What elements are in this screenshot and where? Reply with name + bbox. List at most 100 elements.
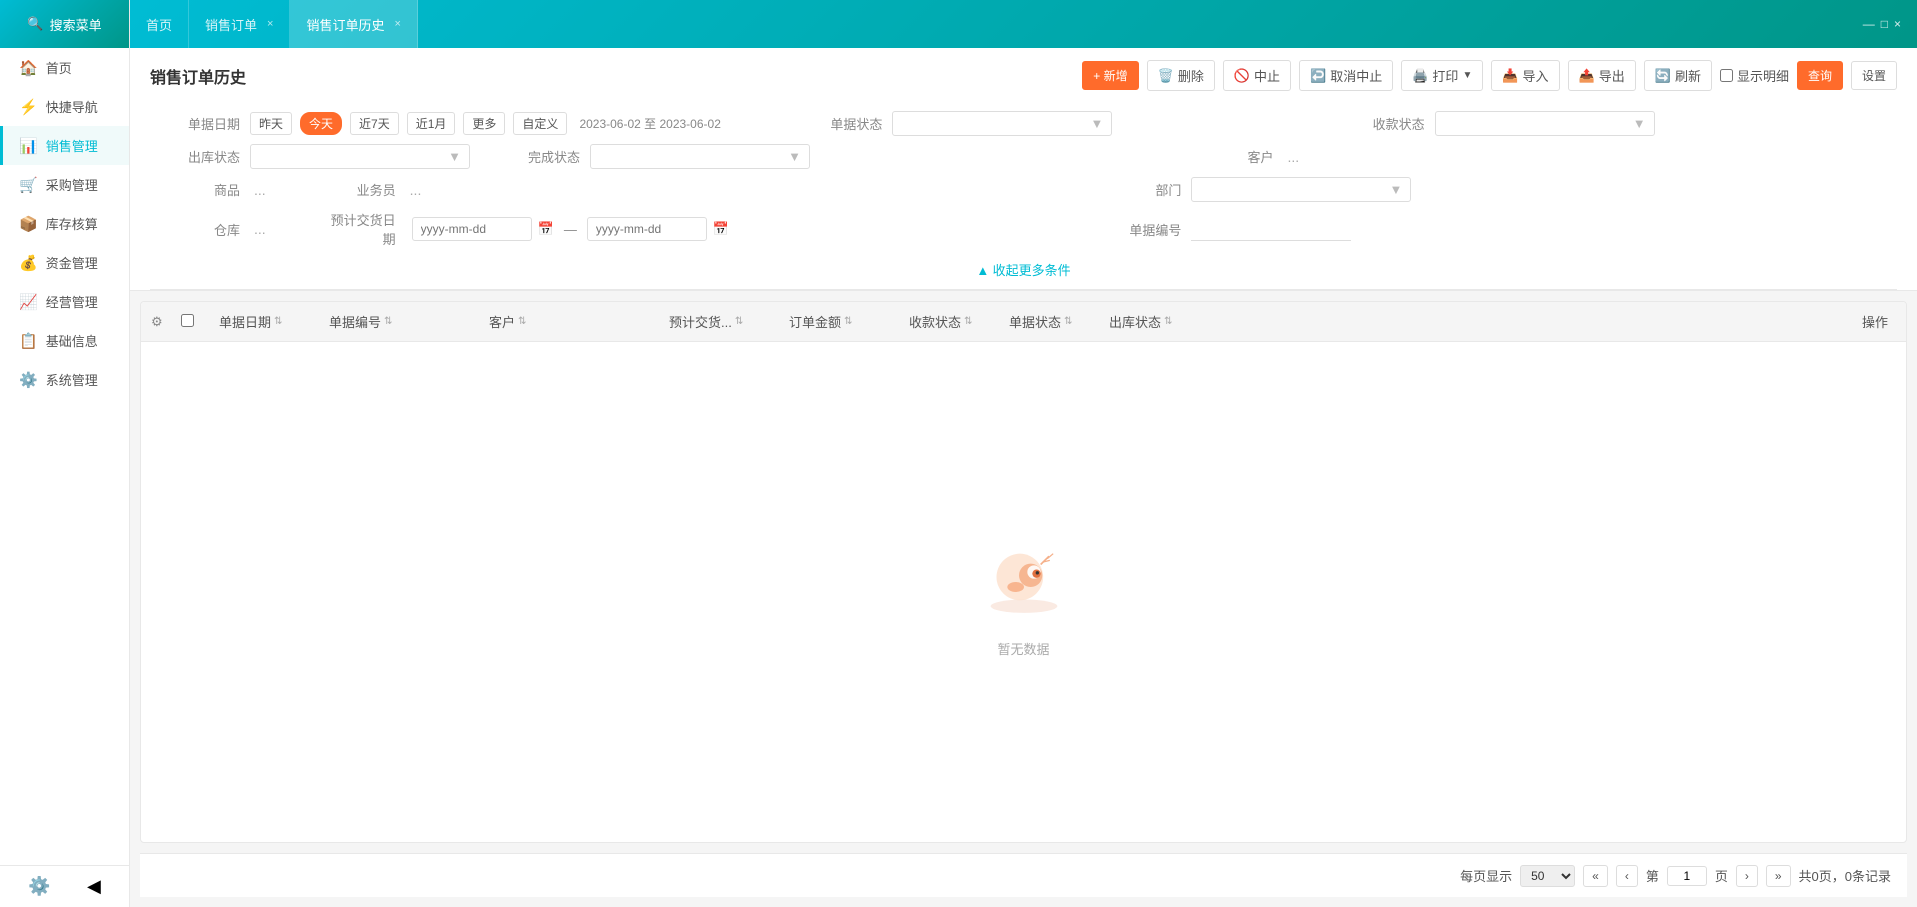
window-close[interactable]: × — [1894, 17, 1901, 31]
sidebar-item-base[interactable]: 📋 基础信息 — [0, 321, 129, 360]
filter-row-1: 单据日期 昨天 今天 近7天 近1月 更多 自定义 2023-06-02 至 2… — [170, 111, 1877, 136]
th-delivery[interactable]: 预计交货... ⇅ — [661, 312, 781, 331]
table-settings-icon[interactable]: ⚙ — [151, 314, 181, 330]
date-7days[interactable]: 近7天 — [350, 112, 399, 135]
stop-button[interactable]: 🚫 中止 — [1223, 60, 1291, 91]
out-status-select[interactable]: ▼ — [250, 144, 470, 169]
calendar-to-icon[interactable]: 📅 — [713, 221, 729, 237]
sidebar-bottom: ⚙️ ◀ — [0, 865, 129, 907]
date-label: 单据日期 — [170, 114, 250, 133]
sidebar-item-inventory[interactable]: 📦 库存核算 — [0, 204, 129, 243]
calendar-from-icon[interactable]: 📅 — [538, 221, 554, 237]
export-button[interactable]: 📤 导出 — [1568, 60, 1636, 91]
sidebar-item-sales[interactable]: 📊 销售管理 — [0, 126, 129, 165]
show-detail-checkbox[interactable]: 显示明细 — [1720, 66, 1789, 85]
tab-sales-order[interactable]: 销售订单 × — [189, 0, 290, 48]
collapse-icon: ▲ — [976, 263, 989, 278]
dept-select[interactable]: ▼ — [1191, 177, 1411, 202]
sidebar-item-home[interactable]: 🏠 首页 — [0, 48, 129, 87]
content: 销售订单历史 + 新增 🗑️ 删除 🚫 中止 ↩️ 取消中止 — [130, 48, 1917, 907]
sidebar-item-finance[interactable]: 💰 资金管理 — [0, 243, 129, 282]
sidebar-header[interactable]: 🔍 搜索菜单 — [0, 0, 129, 48]
th-date[interactable]: 单据日期 ⇅ — [211, 312, 321, 331]
doc-status-select[interactable]: ▼ — [892, 111, 1112, 136]
select-all-checkbox[interactable] — [181, 314, 194, 327]
doc-num-input[interactable] — [1191, 218, 1351, 241]
date-yesterday[interactable]: 昨天 — [250, 112, 292, 135]
tab-sales-history[interactable]: 销售订单历史 × — [290, 0, 417, 48]
topbar: 首页 销售订单 × 销售订单历史 × — □ × — [130, 0, 1917, 48]
new-button[interactable]: + 新增 — [1082, 61, 1138, 90]
th-payment[interactable]: 收款状态 ⇅ — [901, 312, 1001, 331]
window-minimize[interactable]: — — [1863, 17, 1875, 31]
th-amount-label: 订单金额 — [789, 312, 841, 331]
th-delivery-sort: ⇅ — [735, 316, 743, 327]
date-today[interactable]: 今天 — [300, 112, 342, 135]
goods-ellipsis[interactable]: ... — [254, 182, 266, 198]
settings-icon[interactable]: ⚙️ — [28, 876, 50, 897]
topbar-window-actions: — □ × — [1863, 17, 1917, 31]
th-out[interactable]: 出库状态 ⇅ — [1101, 312, 1201, 331]
sidebar-item-home-label: 首页 — [46, 58, 72, 77]
delete-button[interactable]: 🗑️ 删除 — [1147, 60, 1215, 91]
page-size-select[interactable]: 50 10 20 100 — [1520, 865, 1575, 887]
expand-icon[interactable]: ◀ — [87, 876, 101, 897]
toolbar: + 新增 🗑️ 删除 🚫 中止 ↩️ 取消中止 🖨️ — [1082, 60, 1897, 91]
import-button[interactable]: 📥 导入 — [1491, 60, 1559, 91]
page-label-pre: 第 — [1646, 866, 1659, 885]
sidebar-item-sales-label: 销售管理 — [46, 136, 98, 155]
table-area: ⚙ 单据日期 ⇅ 单据编号 ⇅ 客户 ⇅ — [140, 301, 1907, 843]
sidebar-item-operations[interactable]: 📈 经营管理 — [0, 282, 129, 321]
warehouse-ellipsis[interactable]: ... — [254, 221, 266, 237]
date-more[interactable]: 更多 — [463, 112, 505, 135]
salesperson-ellipsis[interactable]: ... — [410, 182, 422, 198]
settings-button[interactable]: 设置 — [1851, 61, 1897, 90]
print-icon: 🖨️ — [1412, 68, 1428, 84]
th-amount[interactable]: 订单金额 ⇅ — [781, 312, 901, 331]
next-page-btn[interactable]: › — [1736, 865, 1758, 887]
page-input[interactable] — [1667, 866, 1707, 886]
sidebar-item-quick-nav[interactable]: ⚡ 快捷导航 — [0, 87, 129, 126]
th-customer[interactable]: 客户 ⇅ — [481, 312, 661, 331]
cancel-stop-icon: ↩️ — [1310, 68, 1326, 84]
prev-page-btn[interactable]: ‹ — [1616, 865, 1638, 887]
customer-ellipsis[interactable]: ... — [1288, 149, 1300, 165]
date-1month[interactable]: 近1月 — [407, 112, 456, 135]
complete-status-select[interactable]: ▼ — [590, 144, 810, 169]
sidebar-item-purchase[interactable]: 🛒 采购管理 — [0, 165, 129, 204]
tab-home-label: 首页 — [146, 15, 172, 34]
payment-status-select[interactable]: ▼ — [1435, 111, 1655, 136]
table-checkbox-all[interactable] — [181, 314, 211, 330]
import-icon: 📥 — [1502, 68, 1518, 84]
th-num[interactable]: 单据编号 ⇅ — [321, 312, 481, 331]
tab-sales-history-close[interactable]: × — [394, 18, 400, 30]
refresh-button[interactable]: 🔄 刷新 — [1644, 60, 1712, 91]
cancel-stop-button[interactable]: ↩️ 取消中止 — [1299, 60, 1393, 91]
th-payment-label: 收款状态 — [909, 312, 961, 331]
delivery-from-input[interactable] — [412, 217, 532, 241]
tab-home[interactable]: 首页 — [130, 0, 189, 48]
first-page-btn[interactable]: « — [1583, 865, 1608, 887]
print-button[interactable]: 🖨️ 打印 ▼ — [1401, 60, 1483, 91]
th-status-label: 单据状态 — [1009, 312, 1061, 331]
window-maximize[interactable]: □ — [1881, 17, 1888, 31]
sidebar-item-system[interactable]: ⚙️ 系统管理 — [0, 360, 129, 399]
tab-sales-order-close[interactable]: × — [267, 18, 273, 30]
doc-status-chevron: ▼ — [1090, 116, 1103, 131]
th-status[interactable]: 单据状态 ⇅ — [1001, 312, 1101, 331]
delivery-to-input[interactable] — [587, 217, 707, 241]
filter-area: 单据日期 昨天 今天 近7天 近1月 更多 自定义 2023-06-02 至 2… — [150, 101, 1897, 290]
filter-row-3: 商品 ... 业务员 ... 部门 ▼ — [170, 177, 1877, 202]
page-title: 销售订单历史 — [150, 64, 246, 88]
th-op-label: 操作 — [1862, 312, 1888, 331]
sales-icon: 📊 — [19, 137, 38, 155]
show-detail-input[interactable] — [1720, 69, 1733, 82]
sidebar-search-label: 搜索菜单 — [50, 15, 102, 34]
last-page-btn[interactable]: » — [1766, 865, 1791, 887]
query-button[interactable]: 查询 — [1797, 61, 1843, 90]
date-custom[interactable]: 自定义 — [513, 112, 567, 135]
print-chevron-icon: ▼ — [1462, 70, 1472, 81]
total-label: 共0页，0条记录 — [1799, 866, 1891, 885]
collapse-row[interactable]: ▲ 收起更多条件 — [170, 256, 1877, 279]
home-icon: 🏠 — [19, 59, 38, 77]
